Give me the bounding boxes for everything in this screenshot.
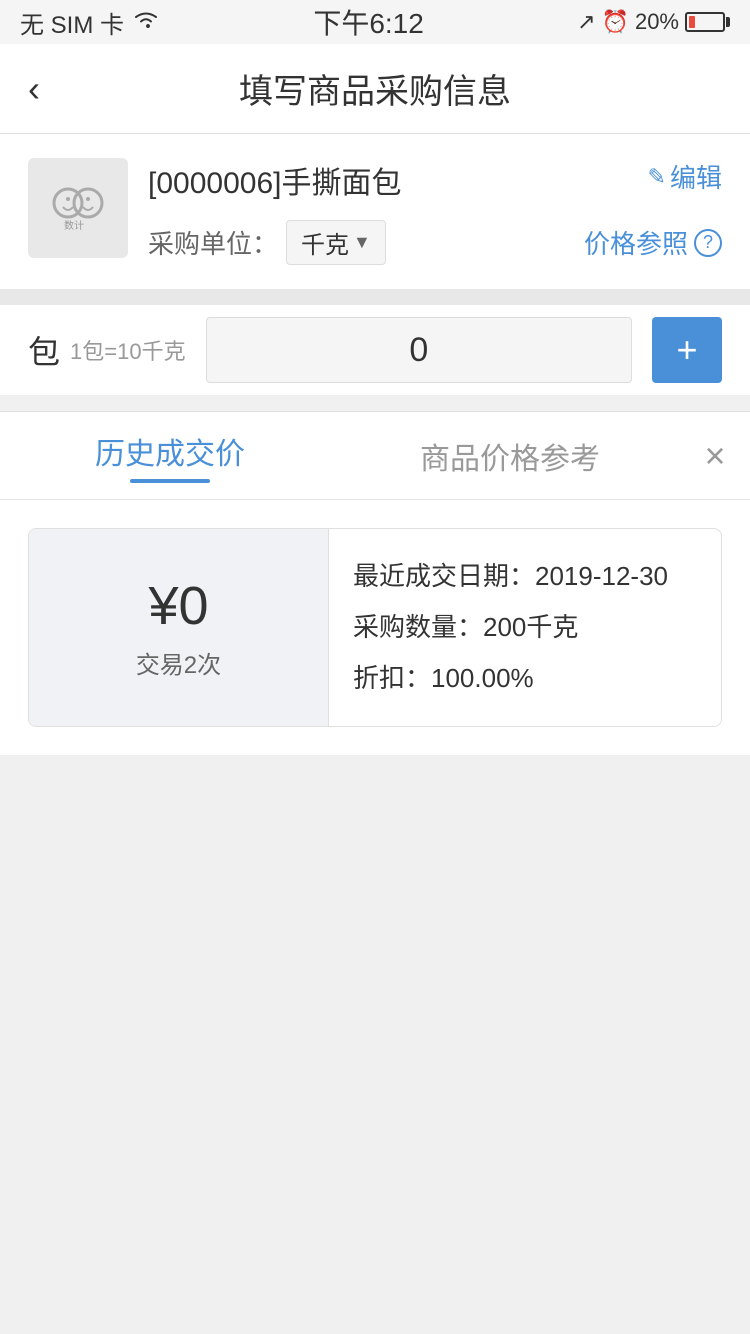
product-title-row: [0000006]手撕面包 ✎ 编辑 (148, 158, 722, 202)
svg-text:数计: 数计 (64, 219, 84, 232)
trade-count: 交易2次 (136, 645, 221, 680)
unit-label-text: 采购单位： (148, 224, 278, 261)
unit-selector[interactable]: 千克 ▼ (286, 220, 386, 265)
unit-value: 千克 (301, 225, 349, 260)
discount-label: 折扣： (353, 663, 431, 693)
product-thumbnail: 数计 (28, 158, 128, 258)
price-card-area: ¥0 交易2次 最近成交日期：2019-12-30 采购数量：200千克 折扣：… (0, 500, 750, 755)
tab-price-reference[interactable]: 商品价格参考 (340, 412, 680, 499)
main-content: 历史成交价 商品价格参考 × ¥0 交易2次 (0, 411, 750, 1211)
carrier-text: 无 SIM 卡 (20, 5, 124, 40)
status-right: ↗ ⏰ 20% (577, 9, 730, 35)
qty-unit-label: 包 1包=10千克 (28, 327, 186, 373)
latest-date-value: 2019-12-30 (535, 561, 668, 591)
latest-date-line: 最近成交日期：2019-12-30 (353, 557, 697, 596)
qty-plus-button[interactable]: + (652, 317, 722, 383)
plus-icon: + (676, 329, 697, 371)
status-time: 下午6:12 (313, 2, 424, 42)
battery-icon (685, 12, 730, 32)
discount-value: 100.00% (431, 663, 534, 693)
battery-percent: 20% (635, 9, 679, 35)
discount-line: 折扣：100.00% (353, 659, 697, 698)
latest-date-label: 最近成交日期： (353, 561, 535, 591)
tabs-row: 历史成交价 商品价格参考 × (0, 412, 750, 500)
price-reference-button[interactable]: 价格参照 ? (584, 224, 722, 261)
tab-close-button[interactable]: × (680, 412, 750, 500)
close-icon: × (704, 435, 725, 477)
tab-history-price[interactable]: 历史成交价 (0, 412, 340, 499)
tab-history-label: 历史成交价 (95, 429, 245, 473)
page-title: 填写商品采购信息 (239, 64, 511, 113)
price-value: 0 (179, 576, 209, 636)
bottom-panel: 历史成交价 商品价格参考 × ¥0 交易2次 (0, 411, 750, 755)
price-ref-label: 价格参照 (584, 224, 688, 261)
edit-icon: ✎ (648, 164, 666, 190)
price-amount: ¥0 (148, 575, 208, 637)
qty-unit-sub: 1包=10千克 (70, 334, 186, 366)
edit-label: 编辑 (670, 158, 722, 195)
dropdown-arrow-icon: ▼ (353, 232, 371, 253)
currency-symbol: ¥ (148, 576, 178, 636)
quantity-row: 包 1包=10千克 0 + (0, 305, 750, 395)
nav-bar: ‹ 填写商品采购信息 (0, 44, 750, 134)
wifi-icon (132, 8, 160, 37)
purchase-qty-value: 200千克 (483, 612, 578, 642)
help-icon: ? (694, 229, 722, 257)
tab-active-underline (130, 479, 210, 483)
tab-price-ref-label: 商品价格参考 (420, 434, 600, 478)
price-card-right: 最近成交日期：2019-12-30 采购数量：200千克 折扣：100.00% (329, 529, 721, 726)
product-info: [0000006]手撕面包 ✎ 编辑 采购单位： 千克 ▼ 价格参照 (148, 158, 722, 265)
product-header: 数计 [0000006]手撕面包 ✎ 编辑 采购单位： 千克 ▼ (28, 158, 722, 265)
product-name: [0000006]手撕面包 (148, 158, 401, 202)
alarm-icon: ⏰ (602, 9, 629, 35)
purchase-qty-label: 采购数量： (353, 612, 483, 642)
qty-unit-main: 包 (28, 327, 60, 373)
price-card: ¥0 交易2次 最近成交日期：2019-12-30 采购数量：200千克 折扣：… (28, 528, 722, 727)
product-card: 数计 [0000006]手撕面包 ✎ 编辑 采购单位： 千克 ▼ (0, 134, 750, 289)
unit-label: 采购单位： 千克 ▼ (148, 220, 386, 265)
section-divider (0, 289, 750, 305)
purchase-unit-row: 采购单位： 千克 ▼ 价格参照 ? (148, 220, 722, 265)
status-left: 无 SIM 卡 (20, 5, 160, 40)
status-bar: 无 SIM 卡 下午6:12 ↗ ⏰ 20% (0, 0, 750, 44)
purchase-qty-line: 采购数量：200千克 (353, 608, 697, 647)
qty-input[interactable]: 0 (206, 317, 632, 383)
edit-button[interactable]: ✎ 编辑 (648, 158, 722, 195)
price-card-left: ¥0 交易2次 (29, 529, 329, 726)
qty-value: 0 (409, 331, 428, 370)
back-button[interactable]: ‹ (28, 68, 40, 110)
location-icon: ↗ (577, 9, 595, 35)
